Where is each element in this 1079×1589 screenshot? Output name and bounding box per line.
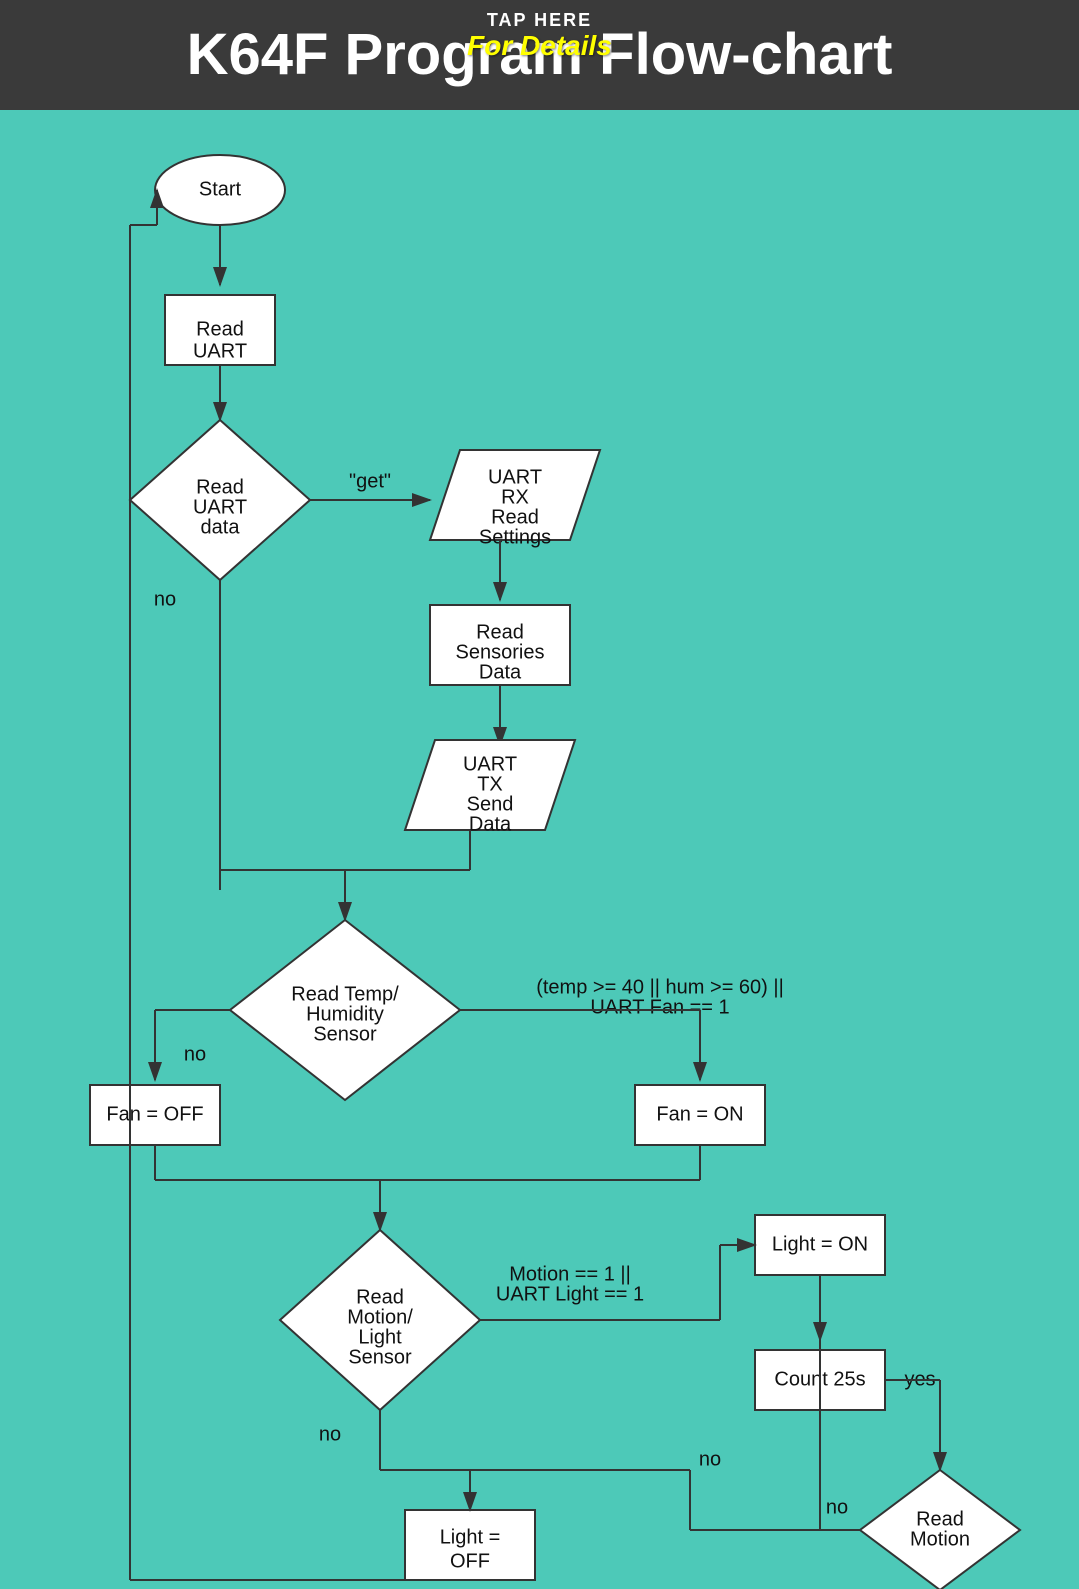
read-motion-light-label3: Light [358,1326,402,1348]
fan-on-label: Fan = ON [656,1103,743,1125]
read-temp-label1: Read Temp/ [291,983,399,1005]
read-temp-label3: Sensor [313,1023,377,1045]
read-motion-label1: Read [916,1508,964,1530]
uart-rx-label3: Read [491,506,539,528]
read-motion-light-label2: Motion/ [347,1306,413,1328]
motion-cond-label2: UART Light == 1 [496,1283,644,1305]
uart-tx-label1: UART [463,753,517,775]
light-on-label: Light = ON [772,1233,868,1255]
read-motion-light-label4: Sensor [348,1346,412,1368]
fan-cond-label2: UART Fan == 1 [590,996,729,1018]
header: TAP HERE For Details K64F Program Flow-c… [0,0,1079,110]
uart-tx-label4: Data [469,813,512,835]
fan-off-label: Fan = OFF [106,1103,203,1125]
light-off-label2: OFF [450,1550,490,1572]
for-details-label[interactable]: For Details [467,30,612,62]
uart-rx-label1: UART [488,466,542,488]
read-sensories-label3: Data [479,661,522,683]
uart-tx-label3: Send [467,793,514,815]
no3-label: no [826,1496,848,1518]
no1-label: no [154,588,176,610]
get-label: "get" [349,470,391,492]
uart-tx-label2: TX [477,773,503,795]
read-uart-data-label1: Read [196,476,244,498]
read-sensories-label1: Read [476,621,524,643]
no2-label: no [184,1043,206,1065]
read-uart-data-label3: data [201,516,241,538]
flowchart: Start Read UART Read UART data "get" UAR… [0,110,1079,1589]
light-off-label1: Light = [440,1526,501,1548]
no4-label: no [319,1423,341,1445]
fan-cond-label1: (temp >= 40 || hum >= 60) || [536,976,784,998]
start-label: Start [199,178,242,200]
read-uart-label2: UART [193,340,247,362]
read-uart-label: Read [196,318,244,340]
read-motion-light-label1: Read [356,1286,404,1308]
motion-cond-label1: Motion == 1 || [509,1263,631,1285]
read-temp-label2: Humidity [306,1003,384,1025]
read-uart-data-label2: UART [193,496,247,518]
uart-rx-label2: RX [501,486,529,508]
uart-rx-label4: Settings [479,526,551,548]
no-readmotion-label: no [699,1448,721,1470]
read-motion-label2: Motion [910,1528,970,1550]
read-sensories-label2: Sensories [456,641,545,663]
